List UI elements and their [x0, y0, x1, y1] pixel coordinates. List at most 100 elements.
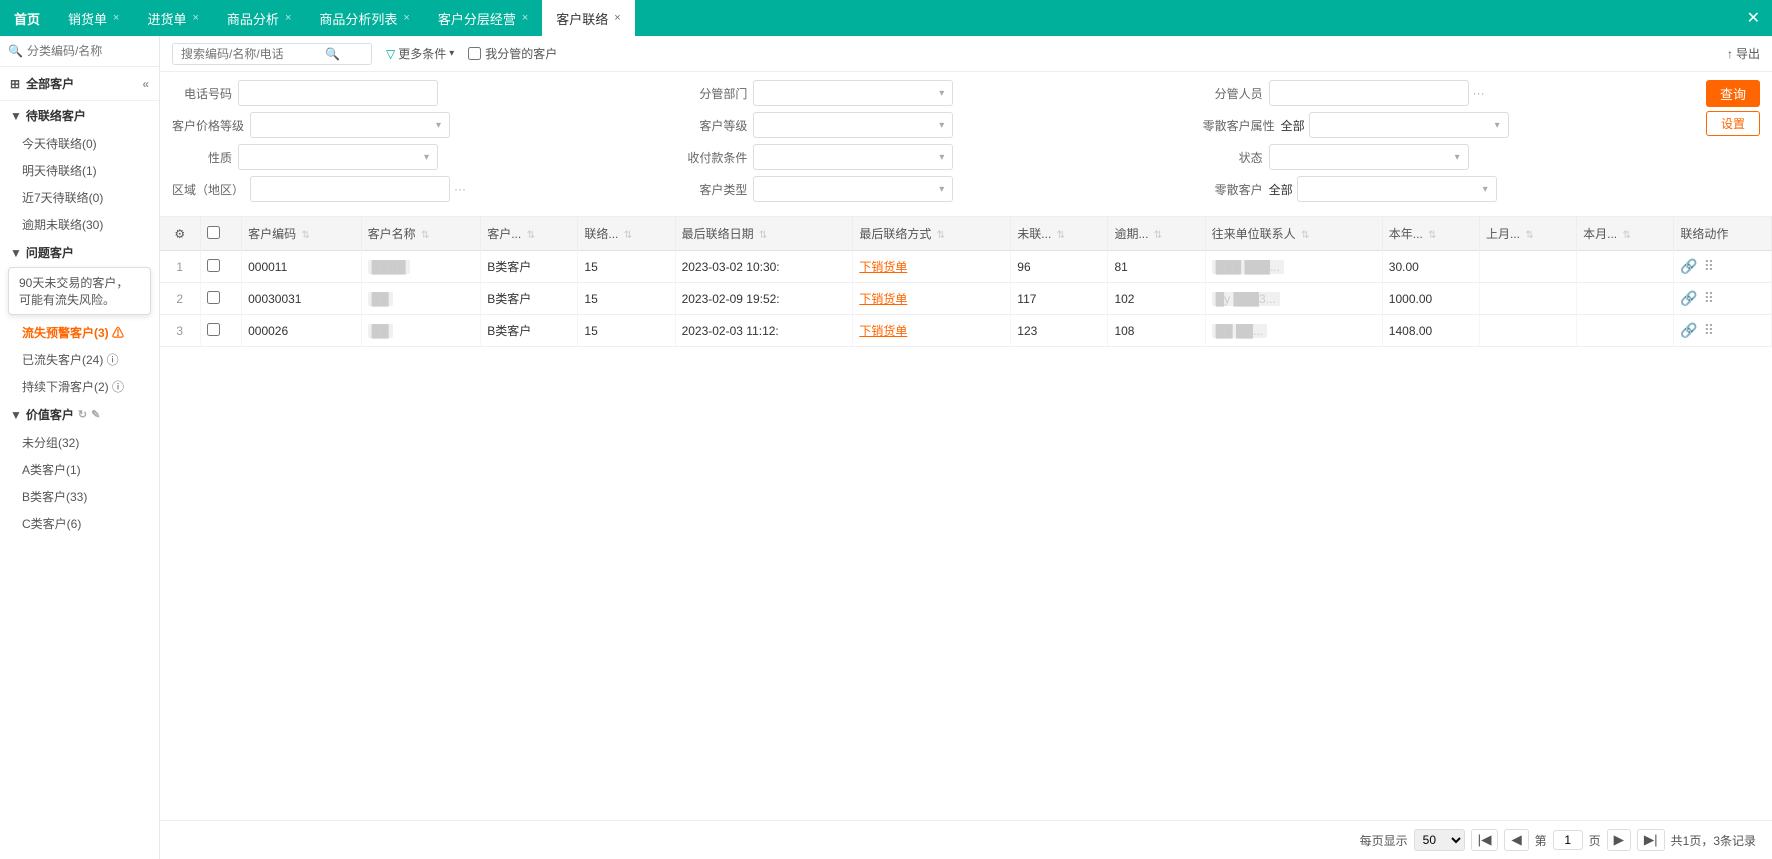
row-more-icon[interactable]: ⠿ [1704, 258, 1714, 275]
export-btn[interactable]: ↑ 导出 [1727, 45, 1760, 62]
row-last-method[interactable]: 下销货单 [853, 315, 1011, 347]
tab-analysis[interactable]: 商品分析 × [213, 0, 305, 36]
search-icon[interactable]: 🔍 [325, 47, 340, 61]
row-link-icon[interactable]: 🔗 [1680, 258, 1697, 275]
sort-overdue-icon[interactable]: ⇅ [1154, 230, 1162, 241]
my-customers-checkbox-label[interactable]: 我分管的客户 [468, 45, 557, 62]
chevron-gender-icon: ▾ [424, 152, 429, 163]
filter-status-select[interactable]: ▾ [1269, 144, 1469, 170]
sidebar-item-a-class[interactable]: A类客户(1) [0, 456, 159, 483]
more-filter-btn[interactable]: ▽ 更多条件 ▾ [380, 42, 460, 65]
search-input[interactable] [181, 47, 321, 61]
sort-year-icon[interactable]: ⇅ [1428, 230, 1436, 241]
row-link-icon[interactable]: 🔗 [1680, 322, 1697, 339]
region-more-icon[interactable]: ··· [454, 182, 466, 196]
row-checkbox[interactable] [200, 315, 242, 347]
tab-purchase-close[interactable]: × [192, 12, 198, 24]
filter-person-input[interactable] [1269, 80, 1469, 106]
filter-cust-level-select[interactable]: ▾ [753, 112, 953, 138]
next-page-btn[interactable]: ▶ [1607, 829, 1631, 851]
row-contact: 15 [578, 283, 675, 315]
row-last-method[interactable]: 下销货单 [853, 283, 1011, 315]
sidebar-all-customers[interactable]: ⊞ 全部客户 « [0, 67, 159, 101]
sidebar-item-declining[interactable]: 持续下滑客户(2) ⓘ [0, 373, 159, 400]
filter-region-input[interactable] [250, 176, 450, 202]
settings-button[interactable]: 设置 [1706, 111, 1760, 136]
sidebar-item-tomorrow[interactable]: 明天待联络(1) [0, 157, 159, 184]
tab-analysis-table-close[interactable]: × [403, 12, 409, 24]
page-size-label: 每页显示 [1360, 832, 1408, 849]
select-all-checkbox[interactable] [207, 226, 220, 239]
tab-sales-close[interactable]: × [113, 12, 119, 24]
filter-zero-retail-select[interactable]: ▾ [1297, 176, 1497, 202]
sidebar-item-churned[interactable]: 已流失客户(24) ⓘ [0, 346, 159, 373]
sort-date-icon[interactable]: ⇅ [759, 230, 767, 241]
tab-purchase[interactable]: 进货单 × [133, 0, 212, 36]
page-size-select[interactable]: 50 100 [1414, 829, 1465, 851]
sidebar-item-b-class[interactable]: B类客户(33) [0, 483, 159, 510]
sidebar-item-churn-warning[interactable]: 流失预警客户(3) ⚠ [0, 319, 159, 346]
filter-zero-attr-select[interactable]: ▾ [1309, 112, 1509, 138]
filter-price-label: 客户价格等级 [172, 117, 244, 134]
edit-icon[interactable]: ✎ [91, 408, 100, 421]
sidebar-group-value[interactable]: ▼ 价值客户 ↻ ✎ [0, 400, 159, 429]
sort-this-month-icon[interactable]: ⇅ [1622, 230, 1630, 241]
row-more-icon[interactable]: ⠿ [1704, 290, 1714, 307]
tab-customer-link[interactable]: 客户联络 × [542, 0, 634, 36]
sort-code-icon[interactable]: ⇅ [301, 230, 309, 241]
refresh-icon[interactable]: ↻ [78, 408, 87, 421]
sort-type-icon[interactable]: ⇅ [527, 230, 535, 241]
row-un-contact: 96 [1011, 251, 1108, 283]
row-checkbox[interactable] [200, 283, 242, 315]
sidebar-item-c-class[interactable]: C类客户(6) [0, 510, 159, 537]
sort-unit-icon[interactable]: ⇅ [1301, 230, 1309, 241]
first-page-btn[interactable]: |◀ [1471, 829, 1499, 851]
row-this-year: 1000.00 [1382, 283, 1479, 315]
sidebar-group-problem[interactable]: ▼ 问题客户 [0, 238, 159, 267]
filter-dept-select[interactable]: ▾ [753, 80, 953, 106]
row-more-icon[interactable]: ⠿ [1704, 322, 1714, 339]
filter-cust-type-select[interactable]: ▾ [753, 176, 953, 202]
sort-un-icon[interactable]: ⇅ [1057, 230, 1065, 241]
row-this-month [1577, 283, 1674, 315]
tab-customer-link-close[interactable]: × [614, 12, 620, 24]
filter-price-select[interactable]: ▾ [250, 112, 450, 138]
sort-last-month-icon[interactable]: ⇅ [1525, 230, 1533, 241]
tab-analysis-label: 商品分析 [227, 9, 279, 28]
sidebar-item-unclassified[interactable]: 未分组(32) [0, 429, 159, 456]
query-button[interactable]: 查询 [1706, 80, 1760, 107]
row-last-method[interactable]: 下销货单 [853, 251, 1011, 283]
row-checkbox[interactable] [200, 251, 242, 283]
sort-method-icon[interactable]: ⇅ [937, 230, 945, 241]
sidebar-item-overdue[interactable]: 逾期未联络(30) [0, 211, 159, 238]
prev-page-btn[interactable]: ◀ [1504, 829, 1528, 851]
tab-analysis-close[interactable]: × [285, 12, 291, 24]
sidebar-group-pending[interactable]: ▼ 待联络客户 [0, 101, 159, 130]
th-last-method: 最后联络方式 ⇅ [853, 217, 1011, 251]
tab-sales[interactable]: 销货单 × [54, 0, 133, 36]
row-num: 1 [160, 251, 200, 283]
page-number-input[interactable] [1553, 830, 1583, 850]
th-name: 客户名称 ⇅ [361, 217, 481, 251]
tab-customer-segment[interactable]: 客户分层经营 × [424, 0, 542, 36]
th-settings[interactable]: ⚙ [160, 217, 200, 251]
last-page-btn[interactable]: ▶| [1637, 829, 1665, 851]
row-last-month [1479, 283, 1576, 315]
group-problem-label: 问题客户 [26, 244, 74, 261]
my-customers-checkbox[interactable] [468, 47, 481, 60]
sidebar-item-7days[interactable]: 近7天待联络(0) [0, 184, 159, 211]
row-link-icon[interactable]: 🔗 [1680, 290, 1697, 307]
tab-analysis-table[interactable]: 商品分析列表 × [305, 0, 423, 36]
tab-home[interactable]: 首页 [0, 0, 54, 36]
sort-contact-icon[interactable]: ⇅ [624, 230, 632, 241]
close-window-icon[interactable]: ✕ [1747, 8, 1772, 28]
sidebar-item-today[interactable]: 今天待联络(0) [0, 130, 159, 157]
filter-gender-select[interactable]: ▾ [238, 144, 438, 170]
row-last-month [1479, 315, 1576, 347]
sidebar-search-input[interactable] [27, 44, 151, 58]
filter-payment-select[interactable]: ▾ [753, 144, 953, 170]
person-more-icon[interactable]: ··· [1473, 86, 1485, 100]
filter-phone-input[interactable] [238, 80, 438, 106]
sort-name-icon[interactable]: ⇅ [421, 230, 429, 241]
tab-customer-segment-close[interactable]: × [522, 12, 528, 24]
